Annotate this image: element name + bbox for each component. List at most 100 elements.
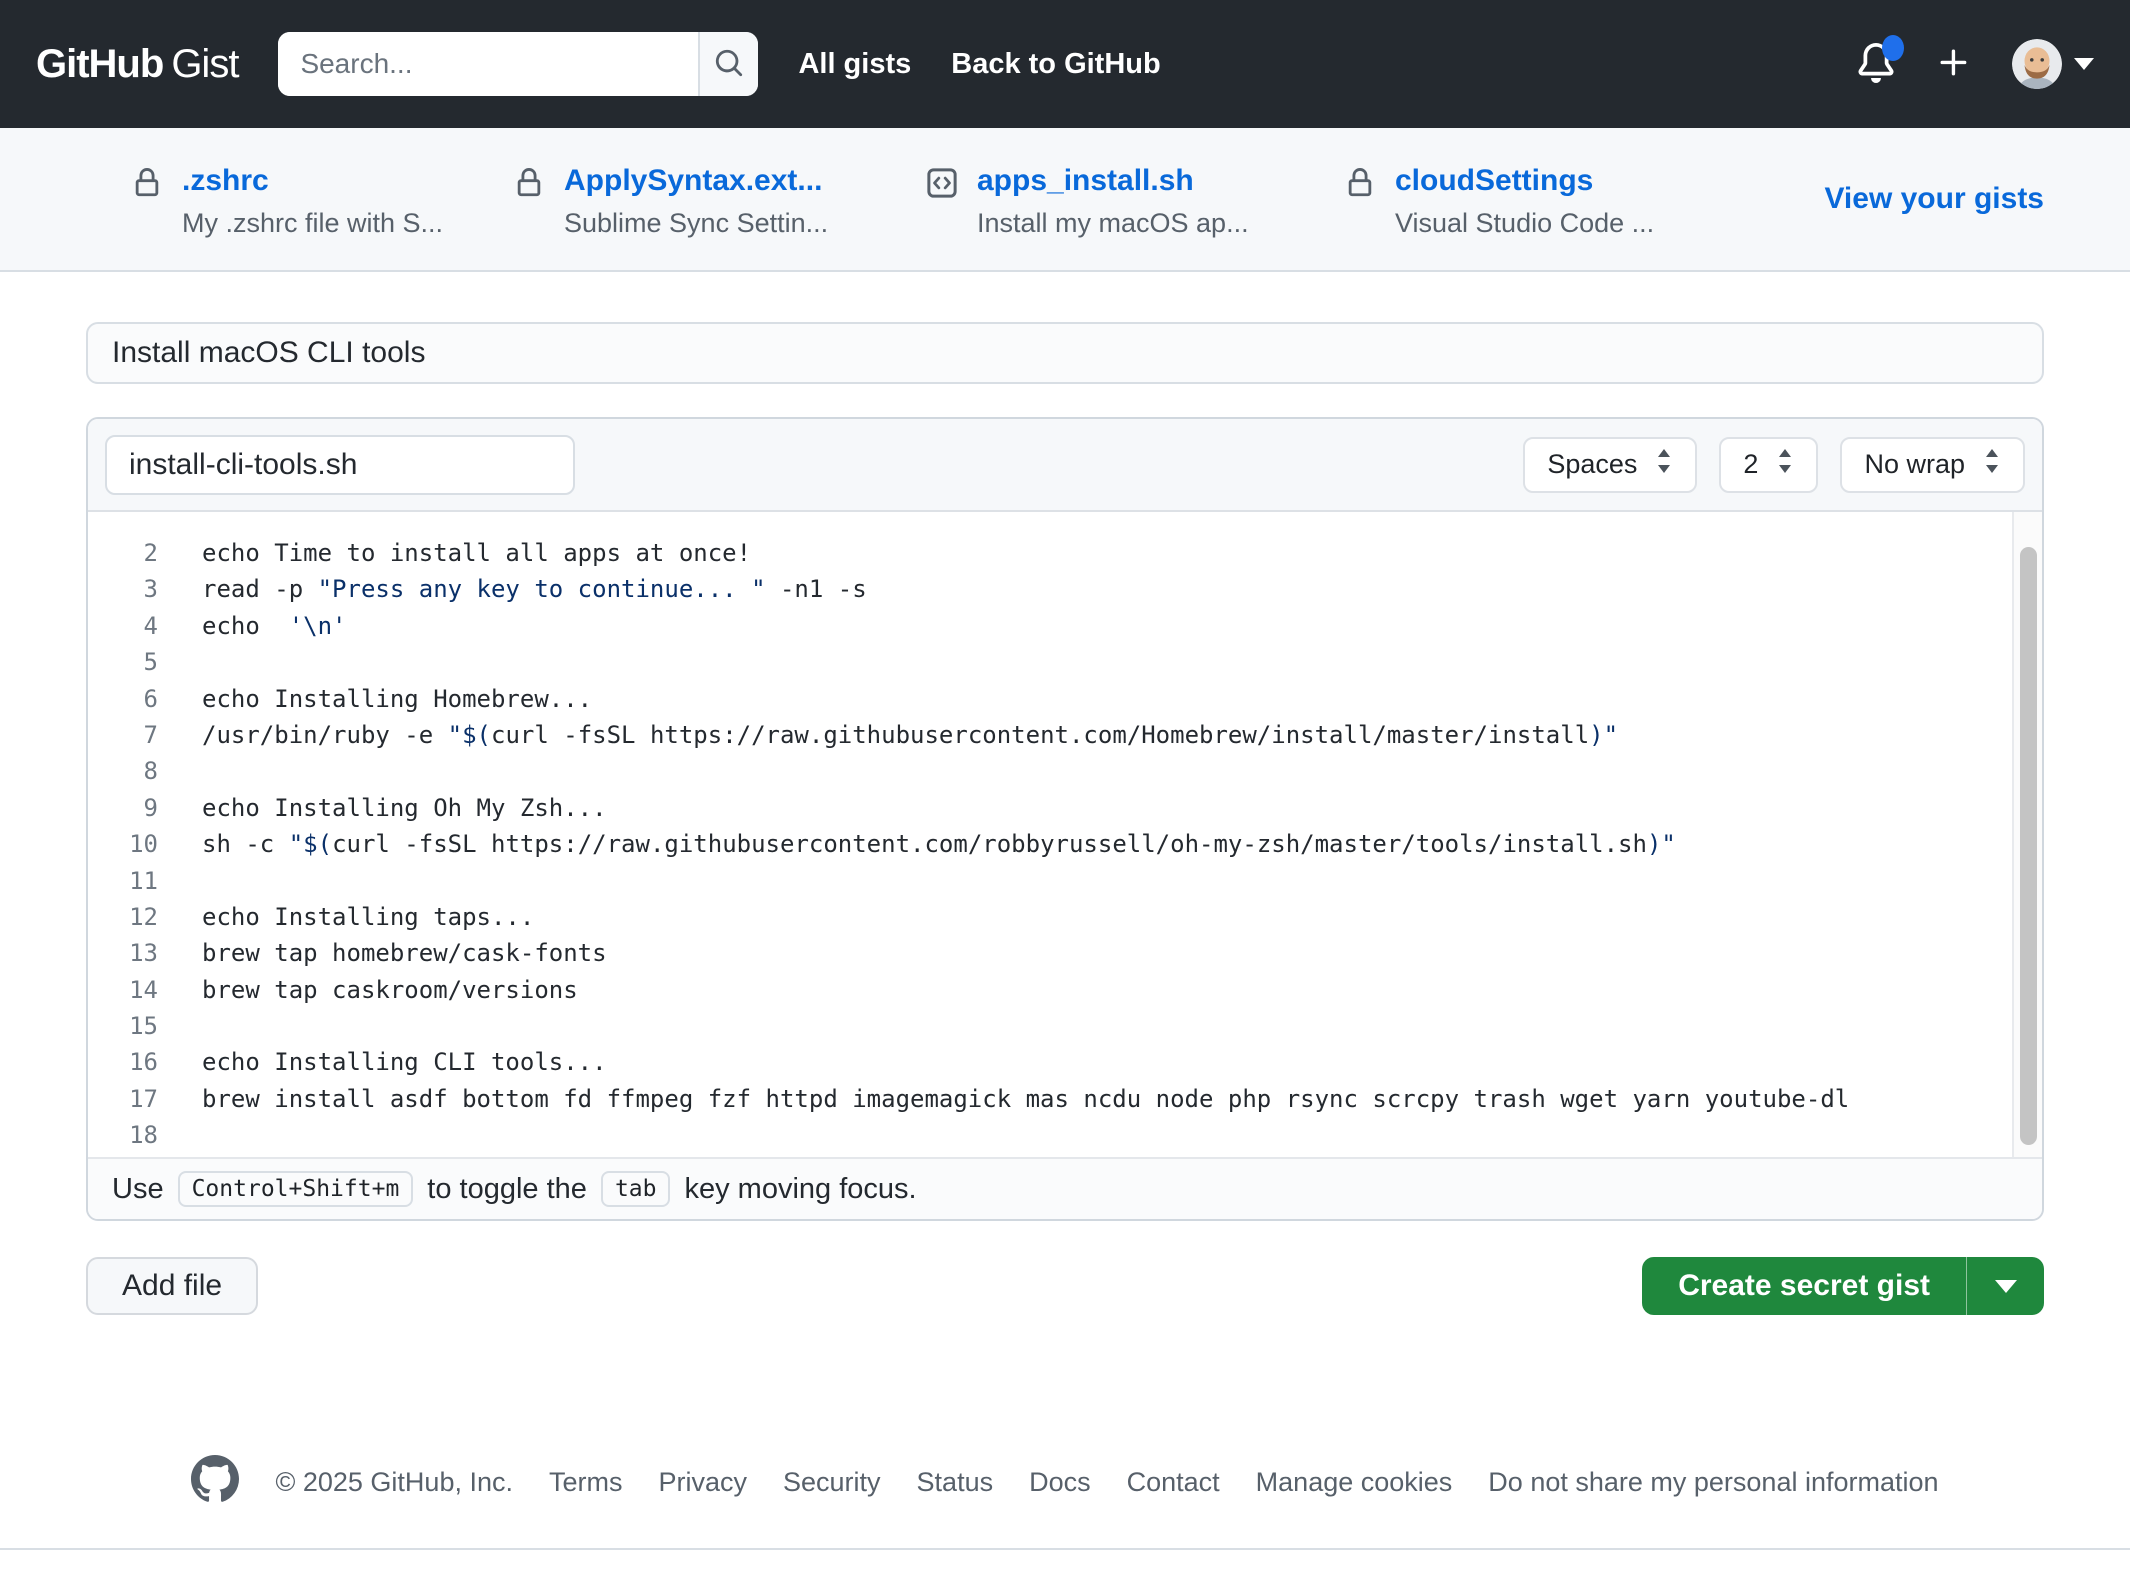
shortcut-kbd: Control+Shift+m — [178, 1171, 414, 1207]
code-text — [158, 1008, 202, 1044]
code-text: brew tap caskroom/versions — [158, 972, 578, 1008]
code-text: echo Installing taps... — [158, 899, 534, 935]
gist-link[interactable]: ApplySyntax.ext... — [564, 164, 828, 198]
line-number: 13 — [88, 935, 158, 971]
code-line: 14brew tap caskroom/versions — [88, 972, 2042, 1008]
editor-header: Spaces 2 No wrap — [88, 419, 2042, 512]
footer-link[interactable]: Contact — [1127, 1467, 1220, 1498]
new-gist-button[interactable] — [1936, 45, 1972, 84]
add-file-button[interactable]: Add file — [86, 1257, 258, 1315]
footer-link[interactable]: Status — [917, 1467, 994, 1498]
updown-arrows-icon — [1983, 448, 2001, 481]
code-text: /usr/bin/ruby -e "$(curl -fsSL https://r… — [158, 717, 1618, 753]
create-gist-options-button[interactable] — [1966, 1257, 2044, 1315]
editor-scrollbar[interactable] — [2012, 512, 2042, 1157]
github-mark-icon — [191, 1455, 239, 1510]
code-line: 8 — [88, 753, 2042, 789]
line-number: 9 — [88, 790, 158, 826]
code-line: 15 — [88, 1008, 2042, 1044]
editor-hint-bar: Use Control+Shift+m to toggle the tab ke… — [88, 1157, 2042, 1219]
footer-link[interactable]: Docs — [1029, 1467, 1091, 1498]
code-editor[interactable]: 2echo Time to install all apps at once!3… — [88, 512, 2042, 1157]
code-text — [158, 863, 202, 899]
line-number: 7 — [88, 717, 158, 753]
code-line: 5 — [88, 644, 2042, 680]
code-text — [158, 644, 202, 680]
form-actions: Add file Create secret gist — [86, 1257, 2044, 1315]
tab-kbd: tab — [601, 1171, 671, 1207]
line-number: 4 — [88, 608, 158, 644]
hint-text: to toggle the — [427, 1173, 587, 1206]
gist-link[interactable]: cloudSettings — [1395, 164, 1654, 198]
footer-link[interactable]: Manage cookies — [1256, 1467, 1453, 1498]
search-box — [278, 32, 758, 96]
gist-link[interactable]: apps_install.sh — [977, 164, 1249, 198]
github-gist-logo[interactable]: GitHubGist — [36, 42, 238, 87]
code-line: 10sh -c "$(curl -fsSL https://raw.github… — [88, 826, 2042, 862]
code-line: 7/usr/bin/ruby -e "$(curl -fsSL https://… — [88, 717, 2042, 753]
hint-text: key moving focus. — [684, 1173, 916, 1206]
line-number: 17 — [88, 1081, 158, 1117]
lock-icon — [132, 168, 162, 239]
code-line: 2echo Time to install all apps at once! — [88, 535, 2042, 571]
code-line: 3read -p "Press any key to continue... "… — [88, 571, 2042, 607]
footer-link[interactable]: Privacy — [658, 1467, 747, 1498]
code-text — [158, 1117, 202, 1153]
gist-strip-item: apps_install.sh Install my macOS ap... — [927, 164, 1249, 239]
gist-subtitle: My .zshrc file with S... — [182, 208, 443, 239]
filename-input[interactable] — [105, 435, 575, 495]
notifications-button[interactable] — [1856, 43, 1896, 86]
wrap-mode-select[interactable]: No wrap — [1840, 437, 2025, 493]
top-navbar: GitHubGist All gists Back to GitHub — [0, 0, 2130, 128]
line-number: 14 — [88, 972, 158, 1008]
line-number: 18 — [88, 1117, 158, 1153]
code-line: 16echo Installing CLI tools... — [88, 1044, 2042, 1080]
view-your-gists-link[interactable]: View your gists — [1824, 182, 2044, 216]
gist-subtitle: Install my macOS ap... — [977, 208, 1249, 239]
line-number: 11 — [88, 863, 158, 899]
line-number: 15 — [88, 1008, 158, 1044]
updown-arrows-icon — [1655, 448, 1673, 481]
code-text: sh -c "$(curl -fsSL https://raw.githubus… — [158, 826, 1676, 862]
search-button[interactable] — [698, 32, 758, 96]
gist-subtitle: Visual Studio Code ... — [1395, 208, 1654, 239]
lock-icon — [1345, 168, 1375, 239]
line-number: 3 — [88, 571, 158, 607]
code-line: 18 — [88, 1117, 2042, 1153]
line-number: 6 — [88, 681, 158, 717]
code-text — [158, 753, 202, 789]
footer-link[interactable]: Terms — [549, 1467, 623, 1498]
gist-strip-item: ApplySyntax.ext...Sublime Sync Settin... — [514, 164, 828, 239]
nav-all-gists[interactable]: All gists — [798, 48, 911, 81]
caret-down-icon — [2074, 58, 2094, 70]
code-line: 9echo Installing Oh My Zsh... — [88, 790, 2042, 826]
nav-back-to-github[interactable]: Back to GitHub — [951, 48, 1160, 81]
lock-icon — [514, 168, 544, 239]
footer-link[interactable]: Do not share my personal information — [1488, 1467, 1938, 1498]
footer-link[interactable]: Security — [783, 1467, 881, 1498]
hint-text: Use — [112, 1173, 164, 1206]
navbar-links: All gists Back to GitHub — [798, 48, 1160, 81]
avatar — [2012, 39, 2062, 89]
indent-size-select[interactable]: 2 — [1719, 437, 1818, 493]
gist-strip-item: cloudSettings Visual Studio Code ... — [1345, 164, 1654, 239]
line-number: 16 — [88, 1044, 158, 1080]
line-number: 10 — [88, 826, 158, 862]
search-input[interactable] — [278, 32, 698, 96]
scrollbar-thumb[interactable] — [2020, 547, 2037, 1145]
code-square-icon — [927, 168, 957, 239]
plus-icon — [1936, 45, 1972, 84]
code-line: 13brew tap homebrew/cask-fonts — [88, 935, 2042, 971]
user-menu-button[interactable] — [2012, 39, 2094, 89]
gist-link[interactable]: .zshrc — [182, 164, 443, 198]
gist-description-input[interactable] — [86, 322, 2044, 384]
code-line: 12echo Installing taps... — [88, 899, 2042, 935]
line-number: 5 — [88, 644, 158, 680]
create-secret-gist-button[interactable]: Create secret gist — [1642, 1257, 1966, 1315]
editor-controls: Spaces 2 No wrap — [1523, 437, 2025, 493]
indent-mode-select[interactable]: Spaces — [1523, 437, 1697, 493]
recent-gists-strip: .zshrc My .zshrc file with S... ApplySynta… — [0, 128, 2130, 272]
notification-dot — [1882, 35, 1904, 61]
code-text: read -p "Press any key to continue... " … — [158, 571, 867, 607]
gist-file-editor: Spaces 2 No wrap 2echo Time to install a… — [86, 417, 2044, 1221]
